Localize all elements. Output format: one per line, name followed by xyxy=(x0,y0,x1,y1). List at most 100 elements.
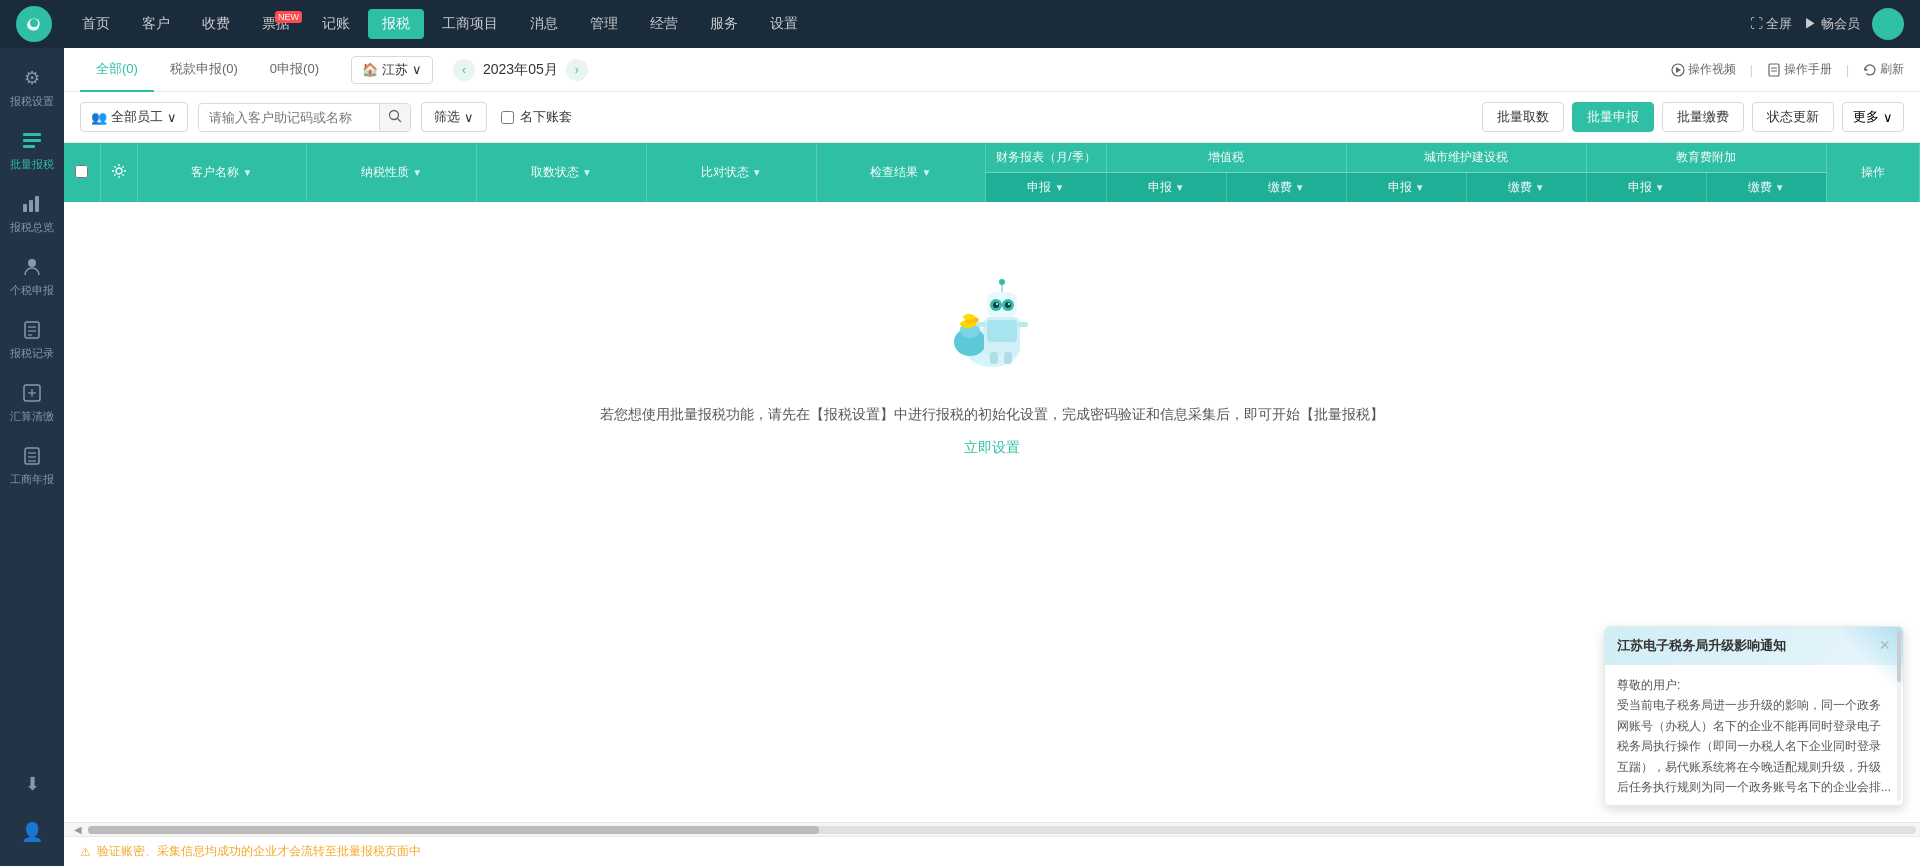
date-prev-btn[interactable]: ‹ xyxy=(453,59,475,81)
svg-marker-21 xyxy=(1676,67,1681,73)
th-edu-pay: 缴费▼ xyxy=(1706,173,1826,203)
sidebar-item-annual-report[interactable]: 工商年报 xyxy=(2,434,62,497)
sidebar-item-tax-records[interactable]: 报税记录 xyxy=(2,308,62,371)
sidebar-item-annual-settlement[interactable]: 汇算清缴 xyxy=(2,371,62,434)
top-nav: 首页 客户 收费 票据 NEW 记账 报税 工商项目 消息 管理 经营 服务 设… xyxy=(0,0,1920,48)
fullscreen-btn[interactable]: ⛶ 全屏 xyxy=(1750,15,1793,33)
tab-zero-declare[interactable]: 0申报(0) xyxy=(254,48,335,92)
svg-point-42 xyxy=(1008,303,1010,305)
batch-declare-button[interactable]: 批量申报 xyxy=(1572,102,1654,132)
sidebar-item-personal-tax[interactable]: 个税申报 xyxy=(2,245,62,308)
toolbar-right: 批量取数 批量申报 批量缴费 状态更新 更多 ∨ xyxy=(1482,102,1904,132)
tax-overview-icon xyxy=(20,192,44,216)
nav-tax[interactable]: 报税 xyxy=(368,9,424,39)
svg-rect-6 xyxy=(29,200,33,212)
new-badge: NEW xyxy=(275,11,302,23)
th-fin-report-declare: 申报▼ xyxy=(986,173,1106,203)
nav-messages[interactable]: 消息 xyxy=(516,9,572,39)
nav-operations[interactable]: 经营 xyxy=(636,9,692,39)
date-next-btn[interactable]: › xyxy=(566,59,588,81)
date-nav: ‹ 2023年05月 › xyxy=(453,59,588,81)
setup-link[interactable]: 立即设置 xyxy=(964,439,1020,457)
status-update-button[interactable]: 状态更新 xyxy=(1752,102,1834,132)
separator2: | xyxy=(1846,63,1849,77)
scroll-left-btn[interactable]: ◀ xyxy=(68,823,88,836)
notif-scrollbar[interactable] xyxy=(1895,627,1903,805)
tab-all[interactable]: 全部(0) xyxy=(80,48,154,92)
nav-billing[interactable]: 收费 xyxy=(188,9,244,39)
more-button[interactable]: 更多 ∨ xyxy=(1842,102,1904,132)
th-customer-name: 客户名称▼ xyxy=(137,143,307,202)
sidebar-item-batch-tax[interactable]: 批量报税 xyxy=(2,119,62,182)
empty-state: 若您想使用批量报税功能，请先在【报税设置】中进行报税的初始化设置，完成密码验证和… xyxy=(64,202,1920,517)
th-education-surcharge: 教育费附加 xyxy=(1586,143,1826,173)
employee-selector[interactable]: 👥 全部员工 ∨ xyxy=(80,102,188,132)
svg-rect-16 xyxy=(25,448,39,464)
svg-rect-9 xyxy=(25,322,39,338)
nav-customer[interactable]: 客户 xyxy=(128,9,184,39)
refresh-icon xyxy=(1863,63,1877,77)
svg-rect-2 xyxy=(23,133,41,136)
region-icon: 🏠 xyxy=(362,62,378,77)
nav-business[interactable]: 工商项目 xyxy=(428,9,512,39)
batch-fetch-button[interactable]: 批量取数 xyxy=(1482,102,1564,132)
empty-main-text: 若您想使用批量报税功能，请先在【报税设置】中进行报税的初始化设置，完成密码验证和… xyxy=(600,402,1384,427)
svg-point-1 xyxy=(30,19,38,27)
empty-robot-illustration xyxy=(932,262,1052,382)
app-logo[interactable] xyxy=(16,6,52,42)
filter-button[interactable]: 筛选 ∨ xyxy=(421,102,487,132)
svg-rect-4 xyxy=(23,145,35,148)
op-manual-btn[interactable]: 操作手册 xyxy=(1767,61,1832,78)
toolbar: 👥 全部员工 ∨ 筛选 ∨ 名下账套 xyxy=(64,92,1920,143)
tab-tax-declare[interactable]: 税款申报(0) xyxy=(154,48,254,92)
scroll-track[interactable] xyxy=(88,826,1916,834)
svg-rect-5 xyxy=(23,204,27,212)
svg-point-33 xyxy=(963,314,975,320)
svg-point-41 xyxy=(996,303,998,305)
employee-selector-label: 全部员工 xyxy=(111,108,163,126)
select-all-checkbox[interactable] xyxy=(75,165,88,178)
annual-report-icon xyxy=(20,444,44,468)
sidebar-download[interactable]: ⬇ xyxy=(2,762,62,806)
op-video-btn[interactable]: 操作视频 xyxy=(1671,61,1736,78)
horizontal-scrollbar[interactable]: ◀ xyxy=(64,822,1920,836)
name-check-input[interactable] xyxy=(501,111,514,124)
region-selector[interactable]: 🏠 江苏 ∨ xyxy=(351,56,433,84)
nav-settings[interactable]: 设置 xyxy=(756,9,812,39)
svg-point-25 xyxy=(390,110,399,119)
manual-icon xyxy=(1767,63,1781,77)
nav-service[interactable]: 服务 xyxy=(696,9,752,39)
search-input[interactable] xyxy=(199,105,379,130)
svg-line-26 xyxy=(398,118,402,122)
sidebar-item-tax-settings[interactable]: ⚙ 报税设置 xyxy=(2,56,62,119)
th-city-construction: 城市维护建设税 xyxy=(1346,143,1586,173)
search-button[interactable] xyxy=(379,104,410,131)
nav-accounting[interactable]: 记账 xyxy=(308,9,364,39)
sidebar-item-tax-overview[interactable]: 报税总览 xyxy=(2,182,62,245)
user-avatar[interactable] xyxy=(1872,8,1904,40)
user-icon: 👤 xyxy=(20,820,44,844)
th-edu-declare: 申报▼ xyxy=(1586,173,1706,203)
th-city-pay: 缴费▼ xyxy=(1466,173,1586,203)
gear-icon[interactable] xyxy=(111,163,127,179)
nav-management[interactable]: 管理 xyxy=(576,9,632,39)
svg-point-27 xyxy=(116,168,122,174)
svg-rect-47 xyxy=(990,352,998,364)
refresh-btn[interactable]: 刷新 xyxy=(1863,61,1904,78)
svg-rect-3 xyxy=(23,139,41,142)
region-chevron-icon: ∨ xyxy=(412,62,422,77)
name-check-label[interactable]: 名下账套 xyxy=(501,108,572,126)
notification-text: 尊敬的用户: 受当前电子税务局进一步升级的影响，同一个政务网账号（办税人）名下的… xyxy=(1617,675,1891,797)
batch-tax-icon xyxy=(20,129,44,153)
nav-home[interactable]: 首页 xyxy=(68,9,124,39)
sidebar-user[interactable]: 👤 xyxy=(2,810,62,854)
search-box xyxy=(198,103,411,132)
nav-invoice[interactable]: 票据 NEW xyxy=(248,9,304,39)
batch-pay-button[interactable]: 批量缴费 xyxy=(1662,102,1744,132)
tab-bar: 全部(0) 税款申报(0) 0申报(0) 🏠 江苏 ∨ ‹ 2023年05月 › xyxy=(64,48,1920,92)
svg-rect-35 xyxy=(987,320,1017,342)
vip-btn[interactable]: ▶ 畅会员 xyxy=(1804,15,1860,33)
svg-rect-48 xyxy=(1004,352,1012,364)
bottom-status-text: 验证账密、采集信息均成功的企业才会流转至批量报税页面中 xyxy=(97,843,421,860)
data-table: 客户名称▼ 纳税性质▼ 取数状态▼ 比对状态▼ 检查结果▼ xyxy=(64,143,1920,517)
